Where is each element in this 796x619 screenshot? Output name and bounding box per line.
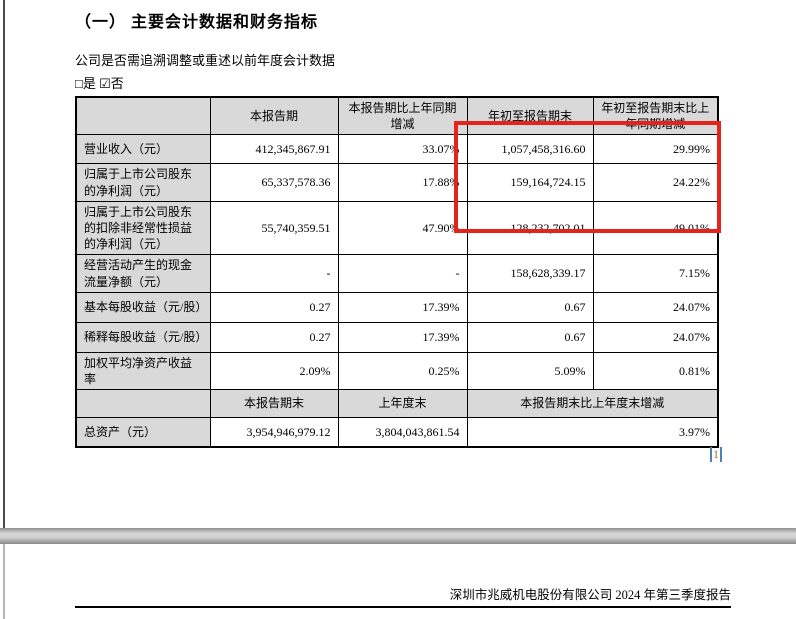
cell-value: 0.81% (593, 352, 718, 389)
cell-value: 0.67 (467, 322, 593, 352)
cell-value: 17.39% (338, 322, 467, 352)
row-label: 营业收入（元） (76, 135, 210, 164)
header-ytd: 年初至报告期末 (467, 97, 593, 135)
cell-value: 0.27 (210, 322, 338, 352)
cell-value: - (338, 255, 467, 292)
table-row: 营业收入（元） 412,345,867.91 33.07% 1,057,458,… (76, 135, 718, 164)
cell-value: 24.22% (593, 164, 718, 201)
row-label: 基本每股收益（元/股） (76, 292, 210, 322)
restatement-checkboxes: □是 ☑否 (75, 73, 124, 92)
subheader-prior-year-end: 上年度末 (338, 390, 467, 418)
header-current-period: 本报告期 (210, 97, 338, 135)
section-title: （一） 主要会计数据和财务指标 (75, 8, 318, 32)
cell-value: 412,345,867.91 (210, 135, 338, 164)
cell-value: 29.99% (593, 135, 718, 164)
cell-value: 3,804,043,861.54 (338, 418, 467, 447)
cell-value: 24.07% (593, 292, 718, 322)
cell-value: 0.27 (210, 292, 338, 322)
table-row: 经营活动产生的现金流量净额（元） - - 158,628,339.17 7.15… (76, 255, 718, 292)
table-row: 稀释每股收益（元/股） 0.27 17.39% 0.67 24.07% (76, 322, 718, 352)
cell-value: 47.90% (338, 201, 467, 255)
cell-value: 49.01% (593, 201, 718, 255)
total-assets-row: 总资产（元） 3,954,946,979.12 3,804,043,861.54… (76, 418, 718, 447)
header-empty-cell (76, 97, 210, 135)
header-rule-line (75, 606, 731, 608)
report-title-header: 深圳市兆威机电股份有限公司 2024 年第三季度报告 (450, 584, 731, 603)
cell-value: 2.09% (210, 352, 338, 389)
financial-indicators-table: 本报告期 本报告期比上年同期增减 年初至报告期末 年初至报告期末比上年同期增减 … (75, 96, 719, 448)
subheader-period-end: 本报告期末 (210, 390, 338, 418)
cell-value: 65,337,578.36 (210, 164, 338, 201)
table-row: 加权平均净资产收益率 2.09% 0.25% 5.09% 0.81% (76, 352, 718, 389)
header-current-period-yoy: 本报告期比上年同期增减 (338, 97, 467, 135)
header-ytd-yoy: 年初至报告期末比上年同期增减 (593, 97, 718, 135)
cell-value: 1,057,458,316.60 (467, 135, 593, 164)
cell-value: 128,232,702.01 (467, 201, 593, 255)
row-label: 稀释每股收益（元/股） (76, 322, 210, 352)
cell-value: 3,954,946,979.12 (210, 418, 338, 447)
subheader-change: 本报告期末比上年度末增减 (467, 390, 718, 418)
row-label: 加权平均净资产收益率 (76, 352, 210, 389)
table-row: 归属于上市公司股东的净利润（元） 65,337,578.36 17.88% 15… (76, 164, 718, 201)
row-label: 归属于上市公司股东的净利润（元） (76, 164, 210, 201)
cell-value: 7.15% (593, 255, 718, 292)
cell-value: 3.97% (467, 418, 718, 447)
table-row: 归属于上市公司股东的扣除非经常性损益的净利润（元） 55,740,359.51 … (76, 201, 718, 255)
page-separator-bar (0, 528, 796, 544)
page-number: 1 (710, 447, 722, 462)
row-label: 总资产（元） (76, 418, 210, 447)
restatement-question-text: 公司是否需追溯调整或重述以前年度会计数据 (75, 50, 335, 69)
row-label: 经营活动产生的现金流量净额（元） (76, 255, 210, 292)
page-left-edge-lower (3, 544, 5, 619)
cell-value: 55,740,359.51 (210, 201, 338, 255)
table-header-row: 本报告期 本报告期比上年同期增减 年初至报告期末 年初至报告期末比上年同期增减 (76, 97, 718, 135)
subheader-empty-cell (76, 390, 210, 418)
cell-value: 33.07% (338, 135, 467, 164)
cell-value: 5.09% (467, 352, 593, 389)
cell-value: 17.88% (338, 164, 467, 201)
cell-value: 17.39% (338, 292, 467, 322)
cell-value: 0.67 (467, 292, 593, 322)
cell-value: 159,164,724.15 (467, 164, 593, 201)
cell-value: 0.25% (338, 352, 467, 389)
table-subheader-row: 本报告期末 上年度末 本报告期末比上年度末增减 (76, 390, 718, 418)
table-row: 基本每股收益（元/股） 0.27 17.39% 0.67 24.07% (76, 292, 718, 322)
cell-value: - (210, 255, 338, 292)
row-label: 归属于上市公司股东的扣除非经常性损益的净利润（元） (76, 201, 210, 255)
page-left-edge (3, 0, 5, 528)
cell-value: 24.07% (593, 322, 718, 352)
cell-value: 158,628,339.17 (467, 255, 593, 292)
